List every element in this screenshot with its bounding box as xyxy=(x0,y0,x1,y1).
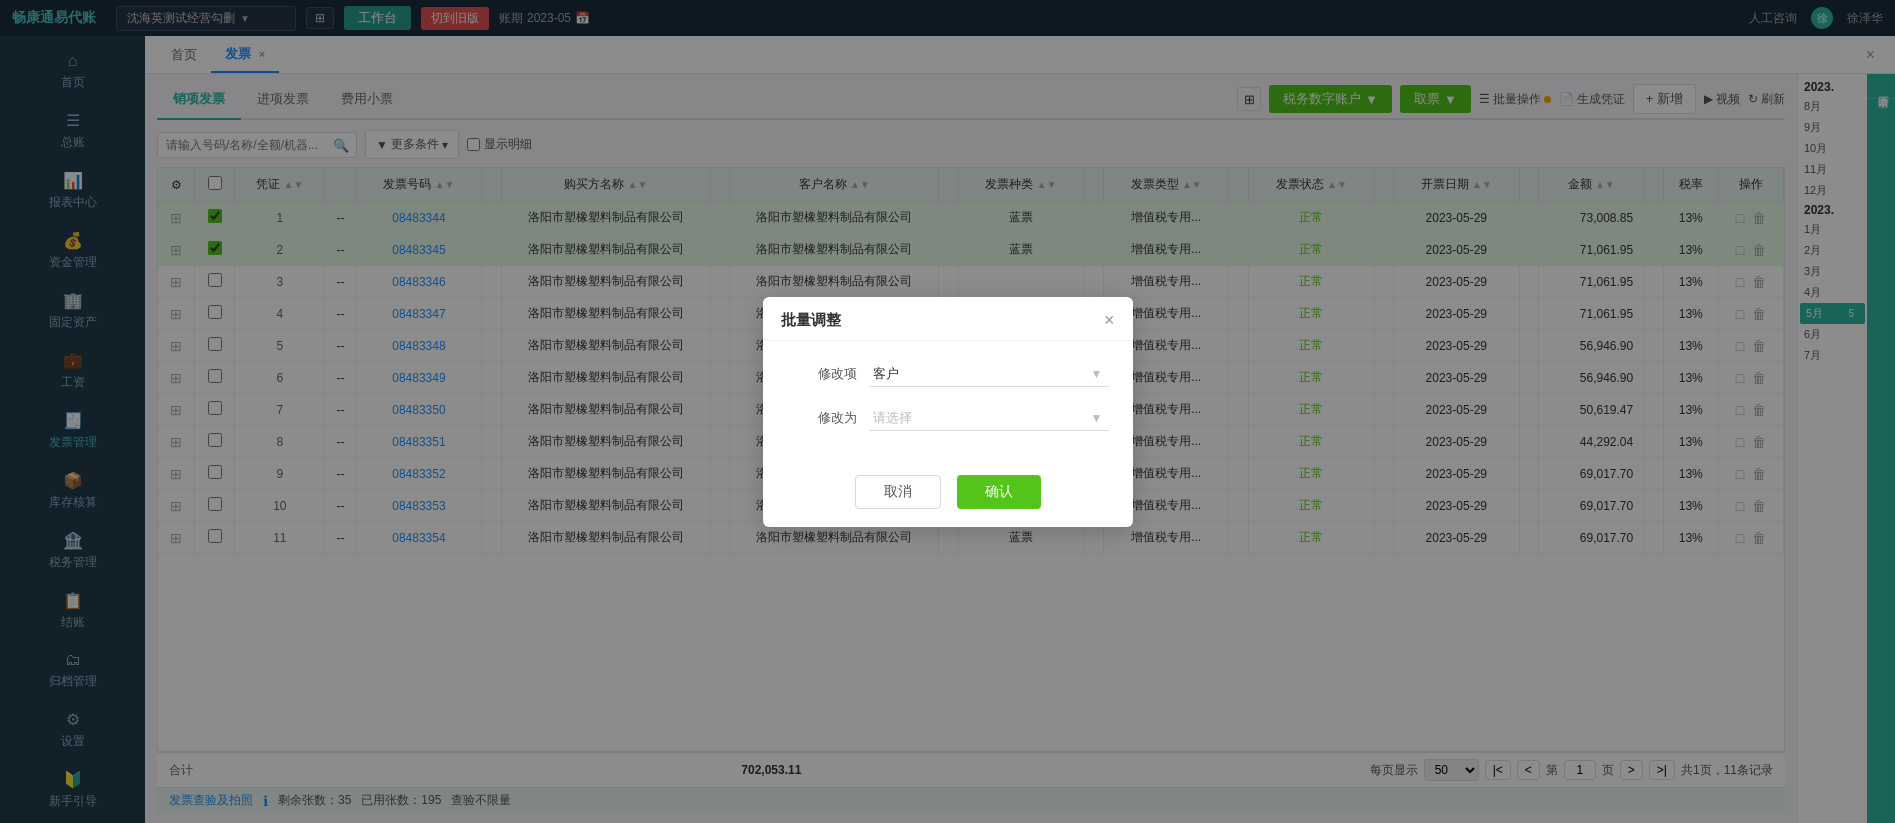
modify-value-select-wrap: 请选择 ▼ xyxy=(869,405,1109,431)
modal-overlay: 批量调整 × 修改项 客户 ▼ 修改为 请选择 ▼ xyxy=(0,0,1895,823)
modal-close-btn[interactable]: × xyxy=(1104,311,1115,329)
modal-header: 批量调整 × xyxy=(763,297,1133,341)
modal-footer: 取消 确认 xyxy=(763,469,1133,527)
modal-title: 批量调整 xyxy=(781,311,841,330)
modify-value-select[interactable]: 请选择 xyxy=(869,405,1109,431)
modify-field-select[interactable]: 客户 xyxy=(869,361,1109,387)
modal-body: 修改项 客户 ▼ 修改为 请选择 ▼ xyxy=(763,341,1133,469)
modify-field-row: 修改项 客户 ▼ xyxy=(787,361,1109,387)
batch-adjust-modal: 批量调整 × 修改项 客户 ▼ 修改为 请选择 ▼ xyxy=(763,297,1133,527)
modify-field-select-wrap: 客户 ▼ xyxy=(869,361,1109,387)
modify-value-row: 修改为 请选择 ▼ xyxy=(787,405,1109,431)
modify-field-label: 修改项 xyxy=(787,365,857,383)
cancel-btn[interactable]: 取消 xyxy=(855,475,941,509)
modify-value-label: 修改为 xyxy=(787,409,857,427)
confirm-btn[interactable]: 确认 xyxy=(957,475,1041,509)
